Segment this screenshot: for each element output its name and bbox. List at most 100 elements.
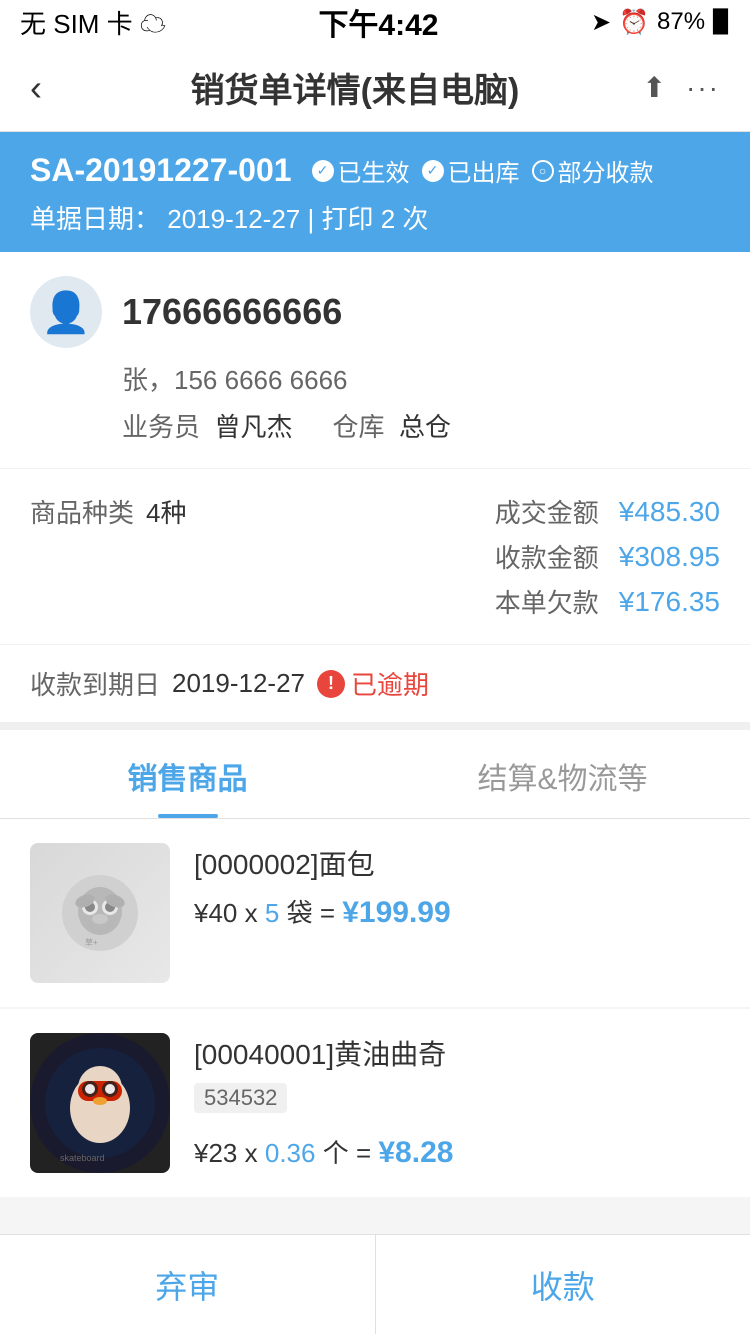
nav-bar: ‹ 销货单详情(来自电脑) ⬆ ··· (0, 44, 750, 132)
overdue-section: 收款到期日 2019-12-27 ! 已逾期 (0, 645, 750, 730)
type-label: 商品种类 (30, 493, 134, 530)
product-2-qty: 0.36 (265, 1138, 316, 1168)
order-date-sep: | (307, 204, 321, 234)
summary-section: 商品种类 4种 成交金额 ¥485.30 收款金额 ¥308.95 本单欠款 ¥… (0, 469, 750, 645)
tab-products-label: 销售商品 (128, 763, 248, 796)
product-1-price-value: ¥40 (194, 898, 237, 928)
clock-icon: ○ (532, 160, 554, 182)
tab-settlement[interactable]: 结算&物流等 (375, 730, 750, 818)
bottom-bar: 弃审 收款 (0, 1234, 750, 1334)
status-right: ➤ ⏰ 87% ▉ (591, 8, 730, 37)
check-icon-2: ✓ (422, 160, 444, 182)
table-row: 草+ [0000002]面包 ¥40 x 5 袋 = ¥199.99 (0, 819, 750, 1007)
collect-button[interactable]: 收款 (376, 1235, 750, 1334)
product-2-total: ¥8.28 (378, 1136, 453, 1169)
svg-text:skateboard: skateboard (60, 1153, 105, 1163)
svg-text:草+: 草+ (85, 937, 98, 947)
sales-value: 曾凡杰 (214, 412, 292, 442)
order-print-unit: 次 (402, 204, 428, 234)
badge-shipped-label: 已出库 (448, 153, 520, 188)
overdue-warning-icon: ! (317, 670, 345, 698)
debt-value: ¥176.35 (619, 586, 720, 618)
product-1-info: [0000002]面包 ¥40 x 5 袋 = ¥199.99 (194, 843, 720, 930)
alarm-icon: ⏰ (619, 8, 649, 37)
product-1-eq: = (320, 898, 342, 928)
status-left: 无 SIM 卡 ☁ (20, 4, 166, 41)
product-2-thumbnail: skateboard (30, 1033, 170, 1173)
received-amount-row: 收款金额 ¥308.95 (495, 538, 720, 575)
product-1-qty: 5 (265, 898, 279, 928)
sales-label: 业务员 曾凡杰 (122, 407, 292, 444)
battery-label: 87% (657, 8, 705, 36)
battery-icon: ▉ (713, 9, 730, 35)
order-header: SA-20191227-001 ✓ 已生效 ✓ 已出库 ○ 部分收款 单据日期：… (0, 132, 750, 252)
order-date: 单据日期： 2019-12-27 | 打印 2 次 (30, 199, 720, 236)
cancel-button[interactable]: 弃审 (0, 1235, 376, 1334)
tab-settlement-label: 结算&物流等 (477, 763, 647, 796)
customer-row: 👤 17666666666 (30, 276, 720, 348)
badge-shipped: ✓ 已出库 (422, 153, 520, 188)
debt-label: 本单欠款 (495, 583, 599, 620)
product-1-multiply: x (245, 898, 265, 928)
page-title: 销货单详情(来自电脑) (90, 63, 620, 112)
tabs-container: 销售商品 结算&物流等 (0, 730, 750, 819)
product-2-unit: 个 (323, 1138, 349, 1168)
product-2-info: [00040001]黄油曲奇 534532 ¥23 x 0.36 个 = ¥8.… (194, 1033, 720, 1170)
product-list: 草+ [0000002]面包 ¥40 x 5 袋 = ¥199.99 (0, 819, 750, 1197)
location-icon: ➤ (591, 8, 611, 37)
product-1-price: ¥40 x 5 袋 = ¥199.99 (194, 893, 720, 930)
warehouse-value: 总仓 (399, 412, 451, 442)
product-1-name: [0000002]面包 (194, 843, 720, 883)
owl-icon: 草+ (60, 873, 140, 953)
deal-label: 成交金额 (495, 493, 599, 530)
debt-amount-row: 本单欠款 ¥176.35 (495, 583, 720, 620)
product-2-sku: 534532 (194, 1083, 287, 1113)
customer-name: 张，156 6666 6666 (30, 360, 720, 397)
summary-right: 成交金额 ¥485.30 收款金额 ¥308.95 本单欠款 ¥176.35 (495, 493, 720, 620)
order-id: SA-20191227-001 (30, 152, 292, 189)
overdue-badge: ! 已逾期 (317, 665, 429, 702)
deal-value: ¥485.30 (619, 496, 720, 528)
order-badges: ✓ 已生效 ✓ 已出库 ○ 部分收款 (312, 153, 654, 188)
product-1-image: 草+ (30, 843, 170, 983)
overdue-date: 2019-12-27 (172, 668, 305, 699)
badge-partial: ○ 部分收款 (532, 153, 654, 188)
customer-avatar: 👤 (30, 276, 102, 348)
summary-left: 商品种类 4种 (30, 493, 186, 530)
badge-effective-label: 已生效 (338, 153, 410, 188)
received-label: 收款金额 (495, 538, 599, 575)
product-1-total: ¥199.99 (342, 896, 450, 929)
check-icon-1: ✓ (312, 160, 334, 182)
product-2-eq: = (356, 1138, 378, 1168)
type-count: 4种 (146, 493, 186, 530)
product-2-price-value: ¥23 (194, 1138, 237, 1168)
sim-label: 无 SIM 卡 ☁ (20, 4, 166, 41)
share-icon[interactable]: ⬆ (643, 71, 666, 104)
table-row: skateboard [00040001]黄油曲奇 534532 ¥23 x 0… (0, 1009, 750, 1197)
product-2-multiply: x (245, 1138, 265, 1168)
customer-id: 17666666666 (122, 291, 342, 333)
order-print-label: 打印 (321, 204, 373, 234)
status-bar: 无 SIM 卡 ☁ 下午4:42 ➤ ⏰ 87% ▉ (0, 0, 750, 44)
avatar-icon: 👤 (41, 289, 91, 336)
order-date-label: 单据日期： (30, 204, 160, 234)
tab-products[interactable]: 销售商品 (0, 730, 375, 818)
badge-effective: ✓ 已生效 (312, 153, 410, 188)
customer-section: 👤 17666666666 张，156 6666 6666 业务员 曾凡杰 仓库… (0, 252, 750, 469)
back-button[interactable]: ‹ (30, 67, 90, 109)
product-1-placeholder: 草+ (30, 843, 170, 983)
overdue-label: 收款到期日 (30, 665, 160, 702)
received-value: ¥308.95 (619, 541, 720, 573)
status-time: 下午4:42 (318, 0, 438, 44)
more-icon[interactable]: ··· (686, 72, 720, 104)
order-date-value: 2019-12-27 (167, 204, 300, 234)
customer-meta: 业务员 曾凡杰 仓库 总仓 (30, 407, 720, 444)
order-print-count: 2 (381, 204, 395, 234)
nav-actions: ⬆ ··· (620, 71, 720, 104)
product-2-image: skateboard (30, 1033, 170, 1173)
product-1-unit: 袋 (287, 898, 313, 928)
product-2-price: ¥23 x 0.36 个 = ¥8.28 (194, 1133, 720, 1170)
order-header-top: SA-20191227-001 ✓ 已生效 ✓ 已出库 ○ 部分收款 (30, 152, 720, 189)
deal-amount-row: 成交金额 ¥485.30 (495, 493, 720, 530)
overdue-status: 已逾期 (351, 665, 429, 702)
